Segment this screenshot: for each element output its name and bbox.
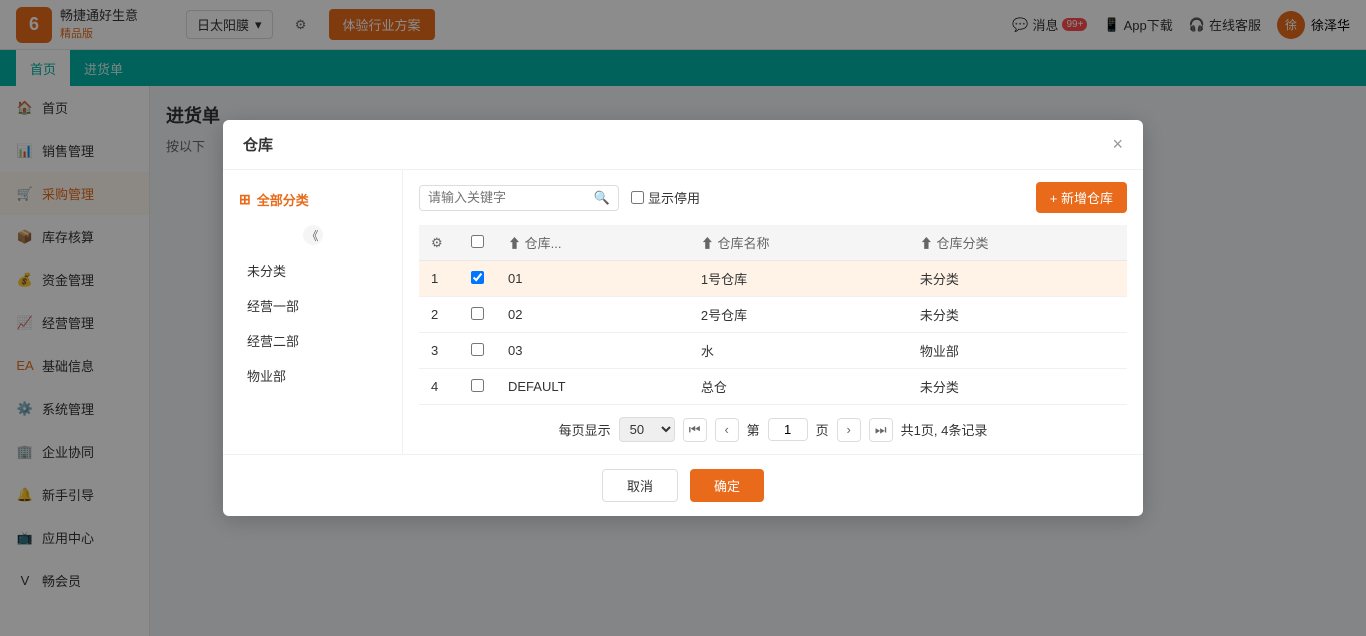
- th-checkbox: [459, 225, 496, 261]
- row-index: 3: [419, 333, 459, 369]
- row-name: 水: [689, 333, 908, 369]
- table-row[interactable]: 2 02 2号仓库 未分类: [419, 297, 1127, 333]
- last-page-button[interactable]: ⏭: [869, 418, 893, 442]
- category-item-ops2[interactable]: 经营二部: [223, 323, 402, 358]
- search-input-wrap: 🔍: [419, 185, 619, 211]
- row-index: 2: [419, 297, 459, 333]
- category-item-ops1[interactable]: 经营一部: [223, 288, 402, 323]
- cancel-button[interactable]: 取消: [602, 469, 678, 502]
- row-code: 03: [496, 333, 689, 369]
- collapse-button[interactable]: 《: [303, 225, 323, 245]
- row-name: 2号仓库: [689, 297, 908, 333]
- close-icon[interactable]: ×: [1112, 134, 1123, 155]
- search-icon: 🔍: [594, 190, 610, 206]
- th-category[interactable]: ⬆ 仓库分类: [908, 225, 1127, 261]
- category-item-property[interactable]: 物业部: [223, 358, 402, 393]
- row-category: 未分类: [908, 369, 1127, 405]
- th-settings: ⚙: [419, 225, 459, 261]
- category-header-all[interactable]: ⊞ 全部分类: [223, 182, 402, 217]
- row-name: 总仓: [689, 369, 908, 405]
- row-index: 4: [419, 369, 459, 405]
- table-container: ⚙ ⬆ 仓库... ⬆ 仓库名称 ⬆ 仓库分类: [419, 225, 1127, 405]
- first-page-button[interactable]: ⏮: [683, 418, 707, 442]
- modal-body: ⊞ 全部分类 《 未分类 经营一部 经营二部 物业部 🔍: [223, 170, 1143, 454]
- modal-overlay[interactable]: 仓库 × ⊞ 全部分类 《 未分类 经营一部 经营二部 物业部: [0, 0, 1366, 636]
- row-checkbox[interactable]: [459, 333, 496, 369]
- next-page-button[interactable]: ›: [837, 418, 861, 442]
- show-disabled-checkbox-label[interactable]: 显示停用: [631, 188, 700, 207]
- warehouse-table: ⚙ ⬆ 仓库... ⬆ 仓库名称 ⬆ 仓库分类: [419, 225, 1127, 405]
- table-row[interactable]: 3 03 水 物业部: [419, 333, 1127, 369]
- show-disabled-label: 显示停用: [648, 188, 700, 207]
- page-label: 第: [747, 420, 760, 439]
- th-name[interactable]: ⬆ 仓库名称: [689, 225, 908, 261]
- row-checkbox[interactable]: [459, 297, 496, 333]
- category-item-unclassified[interactable]: 未分类: [223, 253, 402, 288]
- category-panel: ⊞ 全部分类 《 未分类 经营一部 经营二部 物业部: [223, 170, 403, 454]
- confirm-button[interactable]: 确定: [690, 469, 764, 502]
- modal-header: 仓库 ×: [223, 120, 1143, 170]
- total-records: 共1页, 4条记录: [901, 420, 988, 439]
- table-row[interactable]: 1 01 1号仓库 未分类: [419, 261, 1127, 297]
- row-category: 未分类: [908, 261, 1127, 297]
- row-category: 未分类: [908, 297, 1127, 333]
- table-toolbar: 🔍 显示停用 + 新增仓库: [419, 182, 1127, 213]
- modal-footer: 取消 确定: [223, 454, 1143, 516]
- table-row[interactable]: 4 DEFAULT 总仓 未分类: [419, 369, 1127, 405]
- table-header-row: ⚙ ⬆ 仓库... ⬆ 仓库名称 ⬆ 仓库分类: [419, 225, 1127, 261]
- modal-title: 仓库: [243, 134, 273, 155]
- row-name: 1号仓库: [689, 261, 908, 297]
- per-page-label: 每页显示: [559, 420, 611, 439]
- row-code: 02: [496, 297, 689, 333]
- prev-page-button[interactable]: ‹: [715, 418, 739, 442]
- row-checkbox[interactable]: [459, 369, 496, 405]
- row-code: DEFAULT: [496, 369, 689, 405]
- page-suffix: 页: [816, 420, 829, 439]
- th-code[interactable]: ⬆ 仓库...: [496, 225, 689, 261]
- warehouse-modal: 仓库 × ⊞ 全部分类 《 未分类 经营一部 经营二部 物业部: [223, 120, 1143, 516]
- table-area: 🔍 显示停用 + 新增仓库 ⚙: [403, 170, 1143, 454]
- row-code: 01: [496, 261, 689, 297]
- row-category: 物业部: [908, 333, 1127, 369]
- row-checkbox[interactable]: [459, 261, 496, 297]
- search-input[interactable]: [428, 190, 588, 205]
- page-number-input[interactable]: [768, 418, 808, 441]
- grid-icon: ⊞: [239, 191, 251, 208]
- add-warehouse-button[interactable]: + 新增仓库: [1036, 182, 1127, 213]
- table-footer: 每页显示 50 20 100 ⏮ ‹ 第 页 › ⏭ 共1页, 4条记录: [419, 405, 1127, 442]
- category-all-label: 全部分类: [257, 190, 309, 209]
- show-disabled-checkbox[interactable]: [631, 191, 644, 204]
- per-page-select[interactable]: 50 20 100: [619, 417, 675, 442]
- select-all-checkbox[interactable]: [471, 235, 484, 248]
- row-index: 1: [419, 261, 459, 297]
